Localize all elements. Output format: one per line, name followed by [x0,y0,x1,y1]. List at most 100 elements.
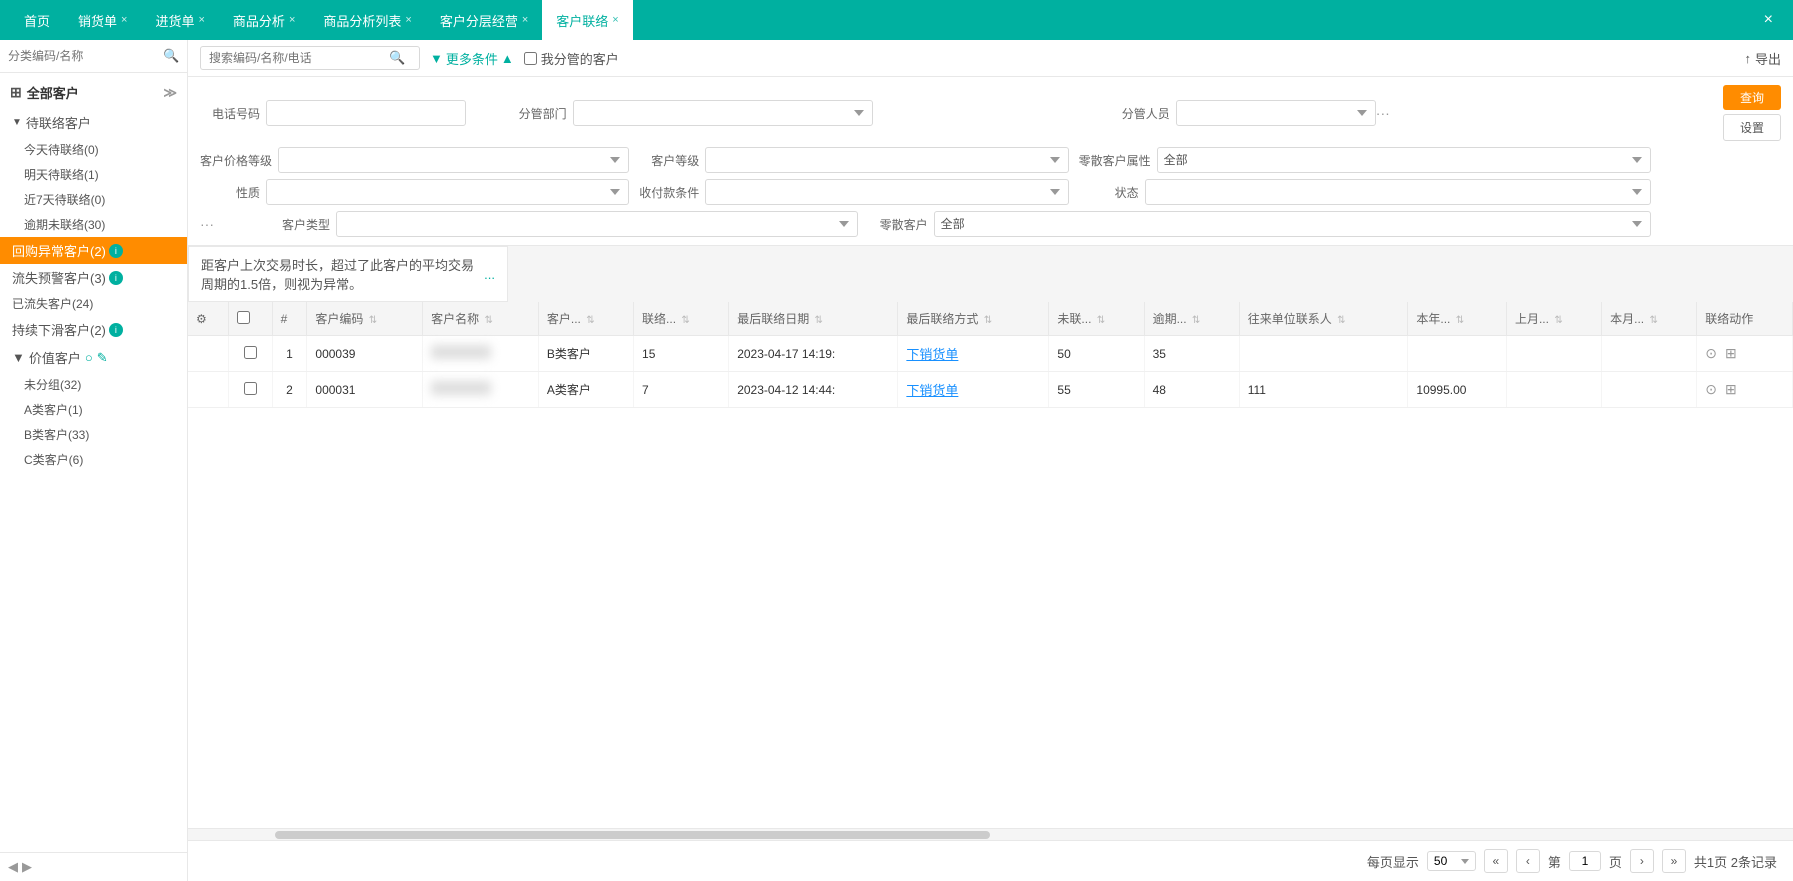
th-type[interactable]: 客户... ⇅ [538,302,633,336]
nav-customer-contact[interactable]: 客户联络 × [542,0,632,40]
sidebar-item-ungrouped[interactable]: 未分组(32) [0,372,187,397]
sidebar-group-value-title[interactable]: ▼ 价值客户 ○ ✎ [0,343,187,372]
per-page-select[interactable]: 50 20 100 [1427,851,1476,871]
sidebar-group-pending: ▼ 待联络客户 今天待联络(0) 明天待联络(1) 近7天待联络(0) 逾期未联… [0,108,187,237]
th-last-method[interactable]: 最后联络方式 ⇅ [898,302,1049,336]
nav-close-contact[interactable]: × [612,14,618,26]
filter-row-3: 性质 收付款条件 状态 [200,179,1781,205]
sort-name-icon: ⇅ [484,315,492,326]
retail-attr-select[interactable]: 全部 [1157,147,1651,173]
dept-select[interactable] [573,100,873,126]
sidebar-item-class-c[interactable]: C类客户(6) [0,447,187,472]
select-all-checkbox[interactable] [237,311,250,324]
th-no-contact[interactable]: 未联... ⇅ [1049,302,1144,336]
scroll-thumb[interactable] [275,831,990,839]
row1-method-link[interactable]: 下销货单 [906,347,958,362]
query-button[interactable]: 查询 [1723,85,1781,110]
nav-close-purchase[interactable]: × [198,14,204,26]
declining-info-icon[interactable]: i [109,323,123,337]
value-settings-icon[interactable]: ✎ [97,350,108,366]
nav-purchase-order[interactable]: 进货单 × [141,0,218,40]
tooltip-more-dots[interactable]: ... [484,267,495,282]
th-last-date[interactable]: 最后联络日期 ⇅ [729,302,898,336]
status-select[interactable] [1145,179,1651,205]
filter-status: 状态 [1079,179,1651,205]
sidebar-group-pending-title[interactable]: ▼ 待联络客户 [0,108,187,137]
sidebar-item-overdue[interactable]: 逾期未联络(30) [0,212,187,237]
th-contact-count[interactable]: 联络... ⇅ [634,302,729,336]
nature-select[interactable] [266,179,629,205]
nav-sales-order[interactable]: 销货单 × [64,0,141,40]
sidebar-item-declining[interactable]: 持续下滑客户(2) i [0,316,187,343]
row1-grid-icon[interactable]: ⊞ [1725,345,1737,362]
row1-link-icon[interactable]: ⊙ [1705,345,1717,362]
page-next-btn[interactable]: › [1630,849,1654,873]
page-first-btn[interactable]: « [1484,849,1508,873]
value-edit-icon[interactable]: ○ [85,350,93,365]
page-of-label: 页 [1609,852,1622,871]
page-input[interactable] [1569,851,1601,871]
nav-close-product-analysis[interactable]: × [289,14,295,26]
sidebar-all-customers[interactable]: ⊞ 全部客户 ≫ [0,77,187,108]
search-icon[interactable]: 🔍 [389,50,405,66]
th-last-month[interactable]: 上月... ⇅ [1506,302,1601,336]
sidebar-scroll-right[interactable]: ▶ [22,859,32,875]
th-this-month[interactable]: 本月... ⇅ [1602,302,1697,336]
sidebar-scroll-left[interactable]: ◀ [8,859,18,875]
price-level-select[interactable] [278,147,629,173]
sidebar-item-7days[interactable]: 近7天待联络(0) [0,187,187,212]
nav-close-sales[interactable]: × [121,14,127,26]
filter-toolbar: 🔍 ▼ 更多条件 ▲ 我分管的客户 ↑ 导出 [188,40,1793,77]
my-customer-checkbox[interactable] [524,52,537,65]
repurchase-info-icon[interactable]: i [109,244,123,258]
person-select[interactable] [1176,100,1376,126]
nav-customer-tier[interactable]: 客户分层经营 × [426,0,542,40]
filter-dots-field: ··· [200,216,260,232]
filter-row-2: 客户价格等级 客户等级 零散客户属性 全部 [200,147,1781,173]
export-button[interactable]: ↑ 导出 [1744,49,1781,68]
sidebar-item-repurchase-abnormal[interactable]: 回购异常客户(2) i [0,237,187,264]
sidebar-search-icon[interactable]: 🔍 [163,48,179,64]
row2-method-link[interactable]: 下销货单 [906,383,958,398]
sidebar-item-today[interactable]: 今天待联络(0) [0,137,187,162]
page-prev-btn[interactable]: ‹ [1516,849,1540,873]
row2-grid-icon[interactable]: ⊞ [1725,381,1737,398]
th-settings[interactable]: ⚙ [188,302,228,336]
filter-nature: 性质 [200,179,629,205]
th-overdue[interactable]: 逾期... ⇅ [1144,302,1239,336]
horizontal-scrollbar[interactable] [188,828,1793,840]
nav-product-analysis-list[interactable]: 商品分析列表 × [309,0,425,40]
sidebar-item-class-a[interactable]: A类客户(1) [0,397,187,422]
phone-input[interactable] [266,100,466,126]
sidebar-search-input[interactable] [8,49,163,63]
nav-close-tier[interactable]: × [522,14,528,26]
row2-link-icon[interactable]: ⊙ [1705,381,1717,398]
search-input[interactable] [209,51,389,65]
sidebar-item-class-b[interactable]: B类客户(33) [0,422,187,447]
th-name[interactable]: 客户名称 ⇅ [423,302,539,336]
more-dots[interactable]: ··· [200,216,214,232]
nav-home[interactable]: 首页 [10,0,64,40]
row2-checkbox[interactable] [244,382,257,395]
sidebar-item-tomorrow[interactable]: 明天待联络(1) [0,162,187,187]
person-dots[interactable]: ··· [1376,105,1390,121]
more-filter-button[interactable]: ▼ 更多条件 ▲ [430,49,514,68]
th-contact-person[interactable]: 往来单位联系人 ⇅ [1239,302,1408,336]
nav-product-analysis[interactable]: 商品分析 × [219,0,309,40]
window-close-button[interactable]: × [1754,11,1783,29]
settings-button[interactable]: 设置 [1723,114,1781,141]
nav-close-product-list[interactable]: × [405,14,411,26]
th-index: # [272,302,307,336]
row1-checkbox[interactable] [244,346,257,359]
sidebar-item-churned[interactable]: 已流失客户(24) [0,291,187,316]
page-last-btn[interactable]: » [1662,849,1686,873]
customer-type-select[interactable] [336,211,858,237]
retail-customer-select[interactable]: 全部 [934,211,1651,237]
payment-select[interactable] [705,179,1068,205]
sidebar-collapse-btn[interactable]: ≫ [163,85,177,101]
churn-warning-info-icon[interactable]: i [109,271,123,285]
sidebar-item-churn-warning[interactable]: 流失预警客户(3) i [0,264,187,291]
th-this-year[interactable]: 本年... ⇅ [1408,302,1507,336]
customer-level-select[interactable] [705,147,1068,173]
th-code[interactable]: 客户编码 ⇅ [307,302,423,336]
